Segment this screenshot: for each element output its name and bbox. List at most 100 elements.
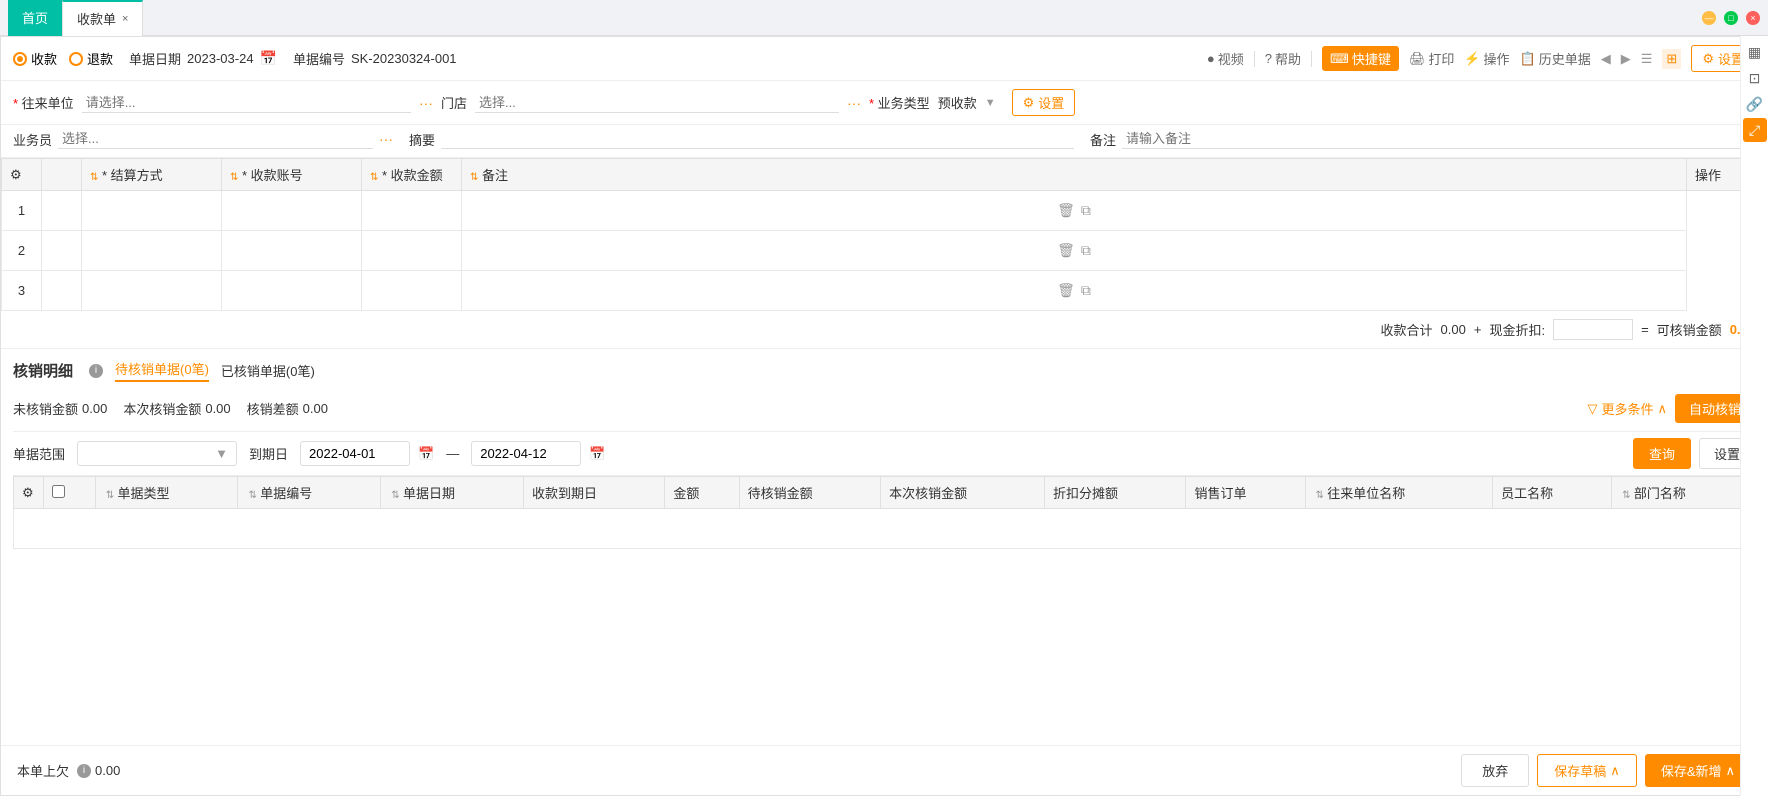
row3-settle[interactable] [42,271,82,311]
col-amount-sort[interactable]: ⇅ [370,172,378,183]
row3-account[interactable] [82,271,222,311]
row1-action: 🗑 ⧉ [462,191,1687,231]
biz-settings-button[interactable]: ⚙ 设置 [1012,89,1076,116]
bill-num-sort-icon[interactable]: ⇅ [248,490,256,501]
row1-copy-icon[interactable]: ⧉ [1081,202,1091,219]
receipt-table-area: ⚙ ⇅ * 结算方式 ⇅ * 收款账号 ⇅ * 收款金额 [1,158,1767,311]
row3-copy-icon[interactable]: ⧉ [1081,282,1091,299]
col-settings[interactable]: ⚙ [2,159,42,191]
ops-button[interactable]: ⚡ 操作 [1464,49,1509,68]
row2-settle[interactable] [42,231,82,271]
tab-close-icon[interactable]: × [122,13,128,25]
row1-delete-icon[interactable]: 🗑 [1057,202,1075,219]
radio-refund[interactable]: 退款 [69,49,113,68]
sidebar-table-icon[interactable]: ▦ [1743,40,1767,64]
pending-tab[interactable]: 待核销单据(0笔) [115,359,209,382]
help-button[interactable]: ? 帮助 [1265,49,1301,68]
save-new-label: 保存&新增 [1661,761,1722,780]
help-label: 帮助 [1275,49,1301,68]
divider1 [1254,51,1255,67]
counterpart-input[interactable] [82,93,411,113]
col-account-sort[interactable]: ⇅ [230,172,238,183]
maximize-button[interactable]: □ [1724,11,1738,25]
save-draft-button[interactable]: 保存草稿 ∧ [1537,754,1637,787]
stat-info-icon[interactable]: i [77,764,91,778]
nav-prev-icon[interactable]: ◀ [1601,51,1611,67]
receivable-label: 可核销金额 [1657,320,1722,339]
tab-receipt[interactable]: 收款单 × [62,0,143,36]
sidebar-expand-icon[interactable]: ⤢ [1743,118,1767,142]
remark-input[interactable] [1122,129,1755,149]
table-settings2-icon[interactable]: ⚙ [22,485,34,500]
verify-actions: ▽ 更多条件 ∧ 自动核销 [1587,394,1755,423]
video-label: 视频 [1218,49,1244,68]
bill-range-select[interactable]: ▼ [77,441,237,466]
form-row2: 业务员 ··· 摘要 备注 [1,125,1767,158]
staff-more-icon[interactable]: ··· [379,131,393,147]
row1-amount[interactable] [222,191,362,231]
discount-input[interactable] [1553,319,1633,340]
row2-account[interactable] [82,231,222,271]
table-row: 1 🗑 ⧉ [2,191,1767,231]
sidebar-image-icon[interactable]: ⊡ [1743,66,1767,90]
bill-type-sort-icon[interactable]: ⇅ [106,490,114,501]
staff-input[interactable] [58,129,373,149]
radio-receipt[interactable]: 收款 [13,49,57,68]
shortcut-icon: ⌨ [1330,51,1349,67]
save-draft-label: 保存草稿 [1554,761,1606,780]
total-value: 0.00 [1441,322,1466,337]
nav-next-icon[interactable]: ▶ [1621,51,1631,67]
save-new-button[interactable]: 保存&新增 ∧ [1645,754,1751,787]
more-filter-button[interactable]: ▽ 更多条件 ∧ [1587,399,1667,418]
col-amount-header: ⇅ * 收款金额 [362,159,462,191]
row2-remark[interactable] [362,231,462,271]
verify-info-icon[interactable]: i [89,364,103,378]
list-icon[interactable]: ☰ [1641,51,1653,67]
row2-copy-icon[interactable]: ⧉ [1081,242,1091,259]
print-button[interactable]: 🖨 打印 [1409,49,1455,68]
query-button[interactable]: 查询 [1633,438,1691,469]
current-verify-stat: 本次核销金额 0.00 [123,399,230,418]
due-date-end-cal-icon[interactable]: 📅 [589,446,605,462]
store-more-icon[interactable]: ··· [847,95,861,111]
row2-delete-icon[interactable]: 🗑 [1057,242,1075,259]
done-tab[interactable]: 已核销单据(0笔) [221,361,315,380]
col-account-header: ⇅ * 收款账号 [222,159,362,191]
abandon-button[interactable]: 放弃 [1461,754,1529,787]
counterpart-sort-icon[interactable]: ⇅ [1316,490,1324,501]
calendar-icon[interactable]: 📅 [260,50,277,67]
store-input[interactable] [475,93,839,113]
row3-delete-icon[interactable]: 🗑 [1057,282,1075,299]
grid-icon[interactable]: ⊞ [1662,49,1681,69]
sidebar-link-icon[interactable]: 🔗 [1743,92,1767,116]
col-settle-sort[interactable]: ⇅ [90,172,98,183]
due-date-start-input[interactable] [300,441,410,466]
dept-sort-icon[interactable]: ⇅ [1622,490,1630,501]
row3-remark[interactable] [362,271,462,311]
col-bill-num: ⇅ 单据编号 [238,477,381,509]
biz-type-arrow-icon[interactable]: ▼ [985,97,996,109]
summary-input[interactable] [441,129,1074,149]
tab-home[interactable]: 首页 [8,0,62,36]
video-button[interactable]: ● 视频 [1207,49,1244,68]
row2-amount[interactable] [222,231,362,271]
row1-num: 1 [2,191,42,231]
due-date-start-cal-icon[interactable]: 📅 [418,446,434,462]
check-all-checkbox[interactable] [52,485,65,498]
col-amount: 金额 [665,477,739,509]
current-label: 本次核销金额 [123,399,201,418]
col-check-all[interactable] [44,477,96,509]
counterpart-more-icon[interactable]: ··· [419,95,433,111]
minimize-button[interactable]: — [1702,11,1716,25]
shortcut-button[interactable]: ⌨ 快捷键 [1322,46,1399,71]
row3-amount[interactable] [222,271,362,311]
row1-settle[interactable] [42,191,82,231]
row2-num: 2 [2,231,42,271]
due-date-end-input[interactable] [471,441,581,466]
row1-remark[interactable] [362,191,462,231]
history-button[interactable]: 📋 历史单据 [1520,49,1591,68]
row1-account[interactable] [82,191,222,231]
bill-date-sort-icon[interactable]: ⇅ [391,490,399,501]
close-button[interactable]: × [1746,11,1760,25]
col-remark-sort[interactable]: ⇅ [470,172,478,183]
